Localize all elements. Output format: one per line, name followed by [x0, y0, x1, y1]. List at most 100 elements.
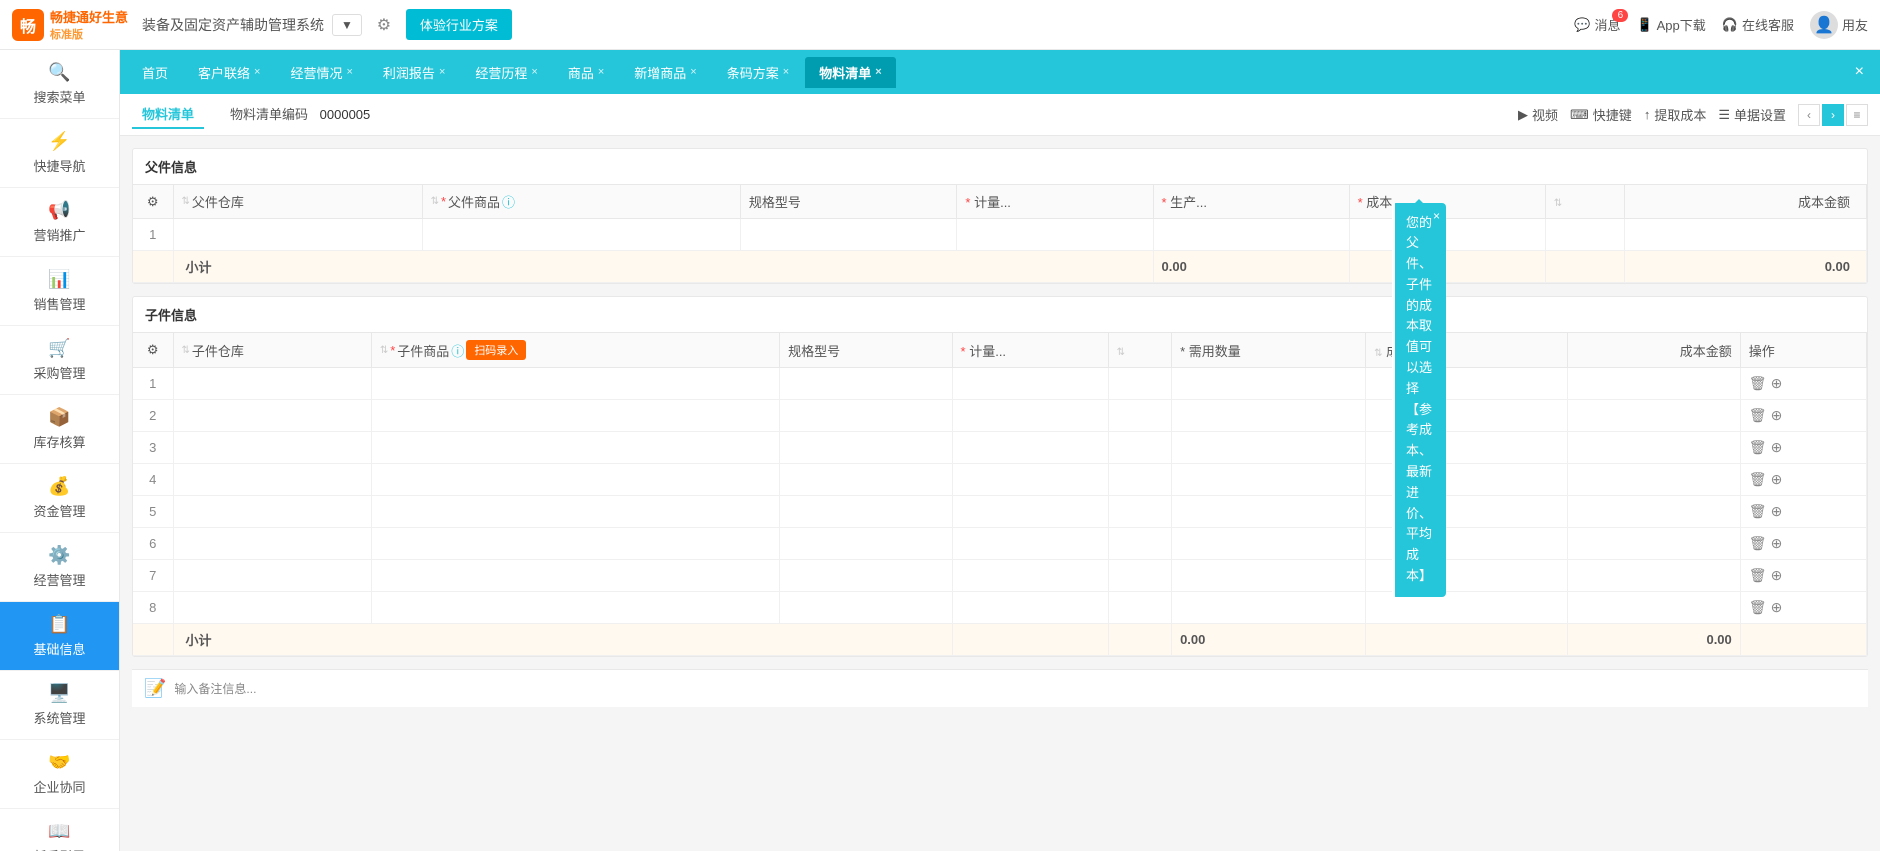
single-setting-btn[interactable]: ☰ 单据设置	[1718, 105, 1786, 124]
child-row-7-unit[interactable]	[952, 560, 1108, 592]
close-profit-icon[interactable]: ×	[439, 66, 445, 78]
close-operations-icon[interactable]: ×	[346, 66, 352, 78]
close-bom-icon[interactable]: ×	[875, 66, 881, 78]
trial-button[interactable]: 体验行业方案	[406, 9, 512, 40]
child-row-2-spec[interactable]	[780, 400, 952, 432]
child-row-2-quantity[interactable]	[1172, 400, 1366, 432]
close-customers-icon[interactable]: ×	[254, 66, 260, 78]
system-dropdown-btn[interactable]: ▼	[332, 14, 362, 36]
child-row-7-spec[interactable]	[780, 560, 952, 592]
delete-row-8-btn[interactable]: 🗑	[1749, 599, 1767, 616]
child-row-5-spec[interactable]	[780, 496, 952, 528]
tab-customers[interactable]: 客户联络 ×	[184, 57, 274, 88]
child-row-3-unit[interactable]	[952, 432, 1108, 464]
tooltip-close-btn[interactable]: ×	[1433, 207, 1440, 226]
tab-bom[interactable]: 物料清单 ×	[805, 57, 895, 88]
close-products-icon[interactable]: ×	[598, 66, 604, 78]
parent-col-settings[interactable]: ⚙	[133, 185, 173, 219]
child-row-3-quantity[interactable]	[1172, 432, 1366, 464]
child-row-5-product[interactable]	[371, 496, 779, 528]
child-row-1-quantity[interactable]	[1172, 368, 1366, 400]
tab-profit-report[interactable]: 利润报告 ×	[369, 57, 459, 88]
parent-row-1-product[interactable]	[422, 219, 740, 251]
child-row-5-unit[interactable]	[952, 496, 1108, 528]
child-row-7-warehouse[interactable]	[173, 560, 371, 592]
copy-row-8-btn[interactable]: ⊕	[1771, 599, 1783, 616]
tab-new-product[interactable]: 新增商品 ×	[620, 57, 710, 88]
nav-next-btn[interactable]: ›	[1822, 104, 1844, 126]
sub-tab-bom[interactable]: 物料清单	[132, 100, 204, 129]
child-row-1-spec[interactable]	[780, 368, 952, 400]
child-row-1-product[interactable]	[371, 368, 779, 400]
parent-row-1-unit[interactable]	[957, 219, 1153, 251]
child-row-6-unit[interactable]	[952, 528, 1108, 560]
copy-row-4-btn[interactable]: ⊕	[1771, 471, 1783, 488]
tab-operations-status[interactable]: 经营情况 ×	[276, 57, 366, 88]
child-row-6-spec[interactable]	[780, 528, 952, 560]
copy-row-6-btn[interactable]: ⊕	[1771, 535, 1783, 552]
copy-row-1-btn[interactable]: ⊕	[1771, 375, 1783, 392]
child-row-4-quantity[interactable]	[1172, 464, 1366, 496]
parent-row-1-warehouse[interactable]	[173, 219, 422, 251]
delete-row-7-btn[interactable]: 🗑	[1749, 567, 1767, 584]
sidebar-item-quick-nav[interactable]: ⚡ 快捷导航	[0, 119, 119, 188]
scan-input-btn[interactable]: 扫码录入	[466, 340, 526, 360]
parent-row-1-spec[interactable]	[740, 219, 956, 251]
child-row-8-unit[interactable]	[952, 592, 1108, 624]
nav-prev-btn[interactable]: ‹	[1798, 104, 1820, 126]
sidebar-item-purchase[interactable]: 🛒 采购管理	[0, 326, 119, 395]
delete-row-3-btn[interactable]: 🗑	[1749, 439, 1767, 456]
child-row-6-quantity[interactable]	[1172, 528, 1366, 560]
child-row-8-product[interactable]	[371, 592, 779, 624]
user-area[interactable]: 👤 用友	[1810, 11, 1868, 39]
close-history-icon[interactable]: ×	[531, 66, 537, 78]
sidebar-item-finance[interactable]: 💰 资金管理	[0, 464, 119, 533]
delete-row-6-btn[interactable]: 🗑	[1749, 535, 1767, 552]
parent-row-1-production[interactable]	[1153, 219, 1349, 251]
child-row-8-spec[interactable]	[780, 592, 952, 624]
child-row-3-product[interactable]	[371, 432, 779, 464]
child-row-5-quantity[interactable]	[1172, 496, 1366, 528]
child-row-1-unit[interactable]	[952, 368, 1108, 400]
child-row-7-product[interactable]	[371, 560, 779, 592]
sidebar-item-enterprise[interactable]: 🤝 企业协同	[0, 740, 119, 809]
online-service-btn[interactable]: 🎧 在线客服	[1722, 15, 1794, 34]
child-row-4-unit[interactable]	[952, 464, 1108, 496]
view-video-btn[interactable]: ▶ 视频	[1518, 105, 1558, 124]
child-row-7-quantity[interactable]	[1172, 560, 1366, 592]
child-row-4-spec[interactable]	[780, 464, 952, 496]
copy-row-2-btn[interactable]: ⊕	[1771, 407, 1783, 424]
message-btn[interactable]: 💬 消息 6	[1574, 15, 1620, 34]
close-all-tabs-btn[interactable]: ×	[1847, 59, 1872, 85]
child-row-8-quantity[interactable]	[1172, 592, 1366, 624]
delete-row-5-btn[interactable]: 🗑	[1749, 503, 1767, 520]
delete-row-1-btn[interactable]: 🗑	[1749, 375, 1767, 392]
shortcut-btn[interactable]: ⌨ 快捷键	[1570, 105, 1632, 124]
child-col-settings[interactable]: ⚙	[133, 333, 173, 368]
child-row-8-warehouse[interactable]	[173, 592, 371, 624]
close-newproduct-icon[interactable]: ×	[690, 66, 696, 78]
child-row-2-unit[interactable]	[952, 400, 1108, 432]
sidebar-item-system[interactable]: 🖥️ 系统管理	[0, 671, 119, 740]
extract-cost-btn[interactable]: ↑ 提取成本	[1644, 105, 1707, 124]
child-row-1-warehouse[interactable]	[173, 368, 371, 400]
settings-icon[interactable]: ⚙	[370, 11, 398, 39]
child-row-3-warehouse[interactable]	[173, 432, 371, 464]
delete-row-4-btn[interactable]: 🗑	[1749, 471, 1767, 488]
sidebar-item-guide[interactable]: 📖 新手引导	[0, 809, 119, 851]
child-row-4-product[interactable]	[371, 464, 779, 496]
sidebar-item-search[interactable]: 🔍 搜索菜单	[0, 50, 119, 119]
child-row-2-product[interactable]	[371, 400, 779, 432]
child-row-2-warehouse[interactable]	[173, 400, 371, 432]
copy-row-5-btn[interactable]: ⊕	[1771, 503, 1783, 520]
sidebar-item-operations[interactable]: ⚙️ 经营管理	[0, 533, 119, 602]
close-barcode-icon[interactable]: ×	[783, 66, 789, 78]
app-download-btn[interactable]: 📱 App下载	[1636, 15, 1705, 34]
tab-business-history[interactable]: 经营历程 ×	[461, 57, 551, 88]
tab-home[interactable]: 首页	[128, 57, 182, 88]
nav-list-btn[interactable]: ≡	[1846, 104, 1868, 126]
copy-row-3-btn[interactable]: ⊕	[1771, 439, 1783, 456]
child-row-5-warehouse[interactable]	[173, 496, 371, 528]
sidebar-item-sales[interactable]: 📊 销售管理	[0, 257, 119, 326]
tab-barcode[interactable]: 条码方案 ×	[713, 57, 803, 88]
